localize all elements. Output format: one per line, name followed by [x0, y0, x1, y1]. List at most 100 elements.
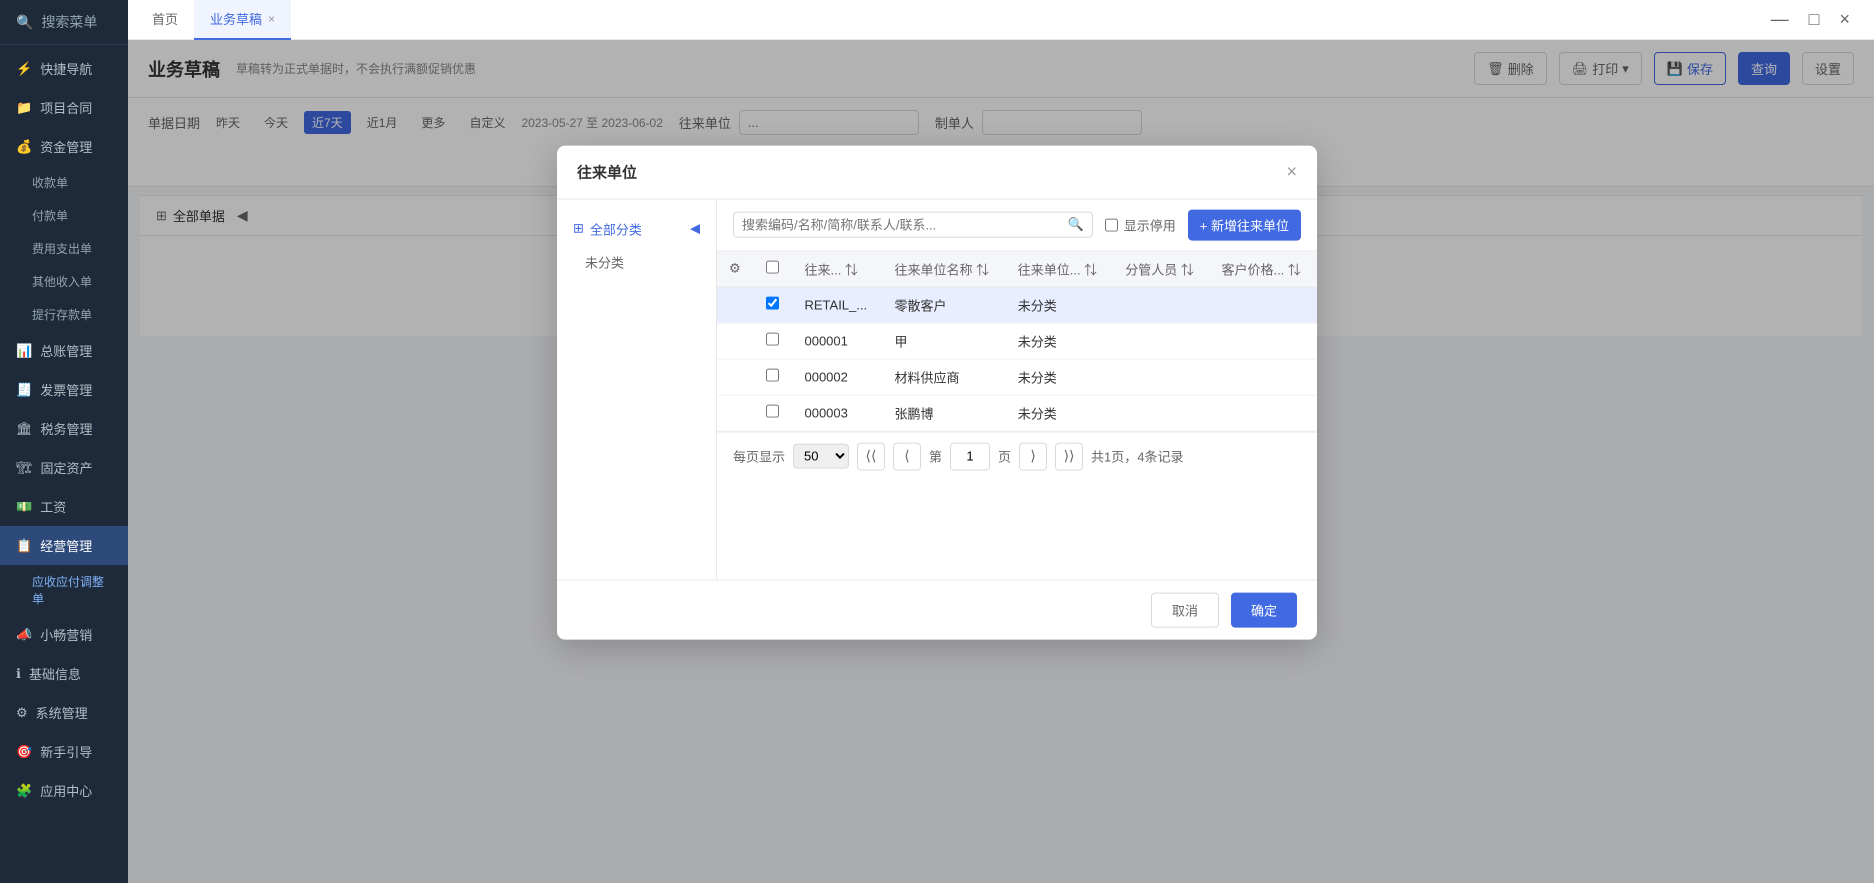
fund-label: 资金管理 [40, 137, 92, 156]
row-category: 未分类 [1006, 359, 1113, 395]
sidebar-item-fixed-assets[interactable]: 🏗 固定资产 [0, 448, 128, 487]
sidebar-item-accounts[interactable]: 📊 总账管理 [0, 331, 128, 370]
row-select-checkbox[interactable] [766, 297, 779, 310]
marketing-icon: 📣 [16, 627, 32, 643]
salary-icon: 💵 [16, 499, 32, 515]
sidebar-item-sys-mgmt[interactable]: ⚙ 系统管理 [0, 693, 128, 732]
modal-pagination: 每页显示 50 100 ⟨⟨ ⟨ 第 页 ⟩ ⟩⟩ 共1页，4条记录 [717, 431, 1317, 480]
sub-item-bank[interactable]: 提行存款单 [0, 298, 128, 331]
window-minimize-icon[interactable]: — [1763, 5, 1797, 34]
show-disabled-checkbox[interactable] [1105, 218, 1118, 231]
row-price [1209, 287, 1317, 323]
row-select-checkbox[interactable] [766, 405, 779, 418]
row-select-checkbox[interactable] [766, 369, 779, 382]
sidebar-item-project-contract[interactable]: 📁 项目合同 [0, 88, 128, 127]
row-name: 材料供应商 [882, 359, 1005, 395]
confirm-button[interactable]: 确定 [1231, 592, 1297, 627]
modal-collapse-icon[interactable]: ◀ [690, 221, 700, 237]
tax-icon: 🏛 [16, 421, 33, 437]
table-row[interactable]: 000003 张鹏博 未分类 [717, 395, 1317, 431]
row-name: 零散客户 [882, 287, 1005, 323]
page-prev-btn[interactable]: ⟨ [893, 442, 921, 470]
tab-home[interactable]: 首页 [136, 0, 194, 40]
row-select-checkbox[interactable] [766, 333, 779, 346]
modal-close-button[interactable]: × [1286, 161, 1297, 182]
th-price[interactable]: 客户价格... ⇅ [1209, 251, 1317, 287]
sidebar-search-label: 搜索菜单 [41, 12, 97, 32]
fund-icon: 💰 [16, 139, 32, 155]
sidebar-search[interactable]: 🔍 搜索菜单 [0, 0, 128, 45]
row-settings [717, 287, 754, 323]
page-last-btn[interactable]: ⟩⟩ [1055, 442, 1083, 470]
sys-mgmt-icon: ⚙ [16, 705, 28, 721]
per-page-select[interactable]: 50 100 [793, 444, 849, 469]
tax-label: 税务管理 [41, 419, 93, 438]
th-code[interactable]: 往来... ⇅ [792, 251, 882, 287]
per-page-label: 每页显示 [733, 447, 785, 466]
new-partner-label: + 新增往来单位 [1200, 215, 1289, 234]
th-name[interactable]: 往来单位名称 ⇅ [882, 251, 1005, 287]
page-next-btn[interactable]: ⟩ [1019, 442, 1047, 470]
modal-sidebar-uncategorized[interactable]: 未分类 [557, 246, 716, 277]
sidebar-item-quick-nav[interactable]: ⚡ 快捷导航 [0, 49, 128, 88]
topbar-right: — □ × [1763, 5, 1866, 34]
project-label: 项目合同 [40, 98, 92, 117]
modal-sidebar-all[interactable]: ⊞ 全部分类 ◀ [557, 211, 716, 246]
sidebar: 🔍 搜索菜单 ⚡ 快捷导航 📁 项目合同 💰 资金管理 收款单 付款单 费用支出… [0, 0, 128, 883]
sidebar-item-basic-info[interactable]: ℹ 基础信息 [0, 654, 128, 693]
modal-category-sidebar: ⊞ 全部分类 ◀ 未分类 [557, 199, 717, 579]
page-unit: 页 [998, 447, 1011, 466]
modal-main-area: 🔍 显示停用 + 新增往来单位 ⚙ 往来... ⇅ [717, 199, 1317, 579]
operations-icon: 📋 [16, 538, 32, 554]
app-center-label: 应用中心 [40, 781, 92, 800]
row-checkbox [754, 287, 792, 323]
select-all-checkbox[interactable] [766, 261, 779, 274]
sidebar-item-newbie[interactable]: 🎯 新手引导 [0, 732, 128, 771]
cancel-button[interactable]: 取消 [1151, 592, 1219, 627]
th-category[interactable]: 往来单位... ⇅ [1006, 251, 1113, 287]
modal-search-input[interactable] [742, 217, 1062, 232]
sidebar-nav: ⚡ 快捷导航 📁 项目合同 💰 资金管理 收款单 付款单 费用支出单 其他收入单… [0, 45, 128, 814]
page-input[interactable] [950, 442, 990, 470]
sidebar-item-invoice[interactable]: 🧾 发票管理 [0, 370, 128, 409]
sub-item-other-income[interactable]: 其他收入单 [0, 265, 128, 298]
sub-item-payment[interactable]: 付款单 [0, 199, 128, 232]
sub-item-expense[interactable]: 费用支出单 [0, 232, 128, 265]
sub-item-ar-ap[interactable]: 应收应付调整单 [0, 565, 128, 615]
modal-header: 往来单位 × [557, 145, 1317, 199]
sidebar-item-tax[interactable]: 🏛 税务管理 [0, 409, 128, 448]
table-row[interactable]: 000001 甲 未分类 [717, 323, 1317, 359]
th-checkbox [754, 251, 792, 287]
table-row[interactable]: RETAIL_... 零散客户 未分类 [717, 287, 1317, 323]
row-checkbox [754, 359, 792, 395]
row-manager [1113, 359, 1209, 395]
row-category: 未分类 [1006, 395, 1113, 431]
sub-item-receipt[interactable]: 收款单 [0, 166, 128, 199]
th-manager[interactable]: 分管人员 ⇅ [1113, 251, 1209, 287]
row-settings [717, 323, 754, 359]
table-row[interactable]: 000002 材料供应商 未分类 [717, 359, 1317, 395]
total-info: 共1页，4条记录 [1091, 447, 1183, 466]
row-category: 未分类 [1006, 323, 1113, 359]
sidebar-item-marketing[interactable]: 📣 小畅营销 [0, 615, 128, 654]
row-code: 000003 [792, 395, 882, 431]
page-first-btn[interactable]: ⟨⟨ [857, 442, 885, 470]
tab-draft[interactable]: 业务草稿 × [194, 0, 291, 40]
fixed-assets-icon: 🏗 [16, 460, 33, 476]
th-settings: ⚙ [717, 251, 754, 287]
tab-close-icon[interactable]: × [268, 12, 275, 26]
row-code: 000002 [792, 359, 882, 395]
sidebar-item-operations[interactable]: 📋 经营管理 [0, 526, 128, 565]
sidebar-item-app-center[interactable]: 🧩 应用中心 [0, 771, 128, 810]
operations-label: 经营管理 [40, 536, 92, 555]
window-close-icon[interactable]: × [1831, 5, 1858, 34]
modal-table-scroll[interactable]: ⚙ 往来... ⇅ 往来单位名称 ⇅ 往来单位... ⇅ 分管人员 ⇅ 客户价格… [717, 251, 1317, 431]
show-disabled-toggle[interactable]: 显示停用 [1105, 215, 1176, 234]
row-manager [1113, 287, 1209, 323]
basic-info-label: 基础信息 [29, 664, 81, 683]
new-partner-button[interactable]: + 新增往来单位 [1188, 209, 1301, 240]
marketing-label: 小畅营销 [40, 625, 92, 644]
sidebar-item-salary[interactable]: 💵 工资 [0, 487, 128, 526]
sidebar-item-fund-mgmt[interactable]: 💰 资金管理 [0, 127, 128, 166]
window-maximize-icon[interactable]: □ [1801, 5, 1828, 34]
